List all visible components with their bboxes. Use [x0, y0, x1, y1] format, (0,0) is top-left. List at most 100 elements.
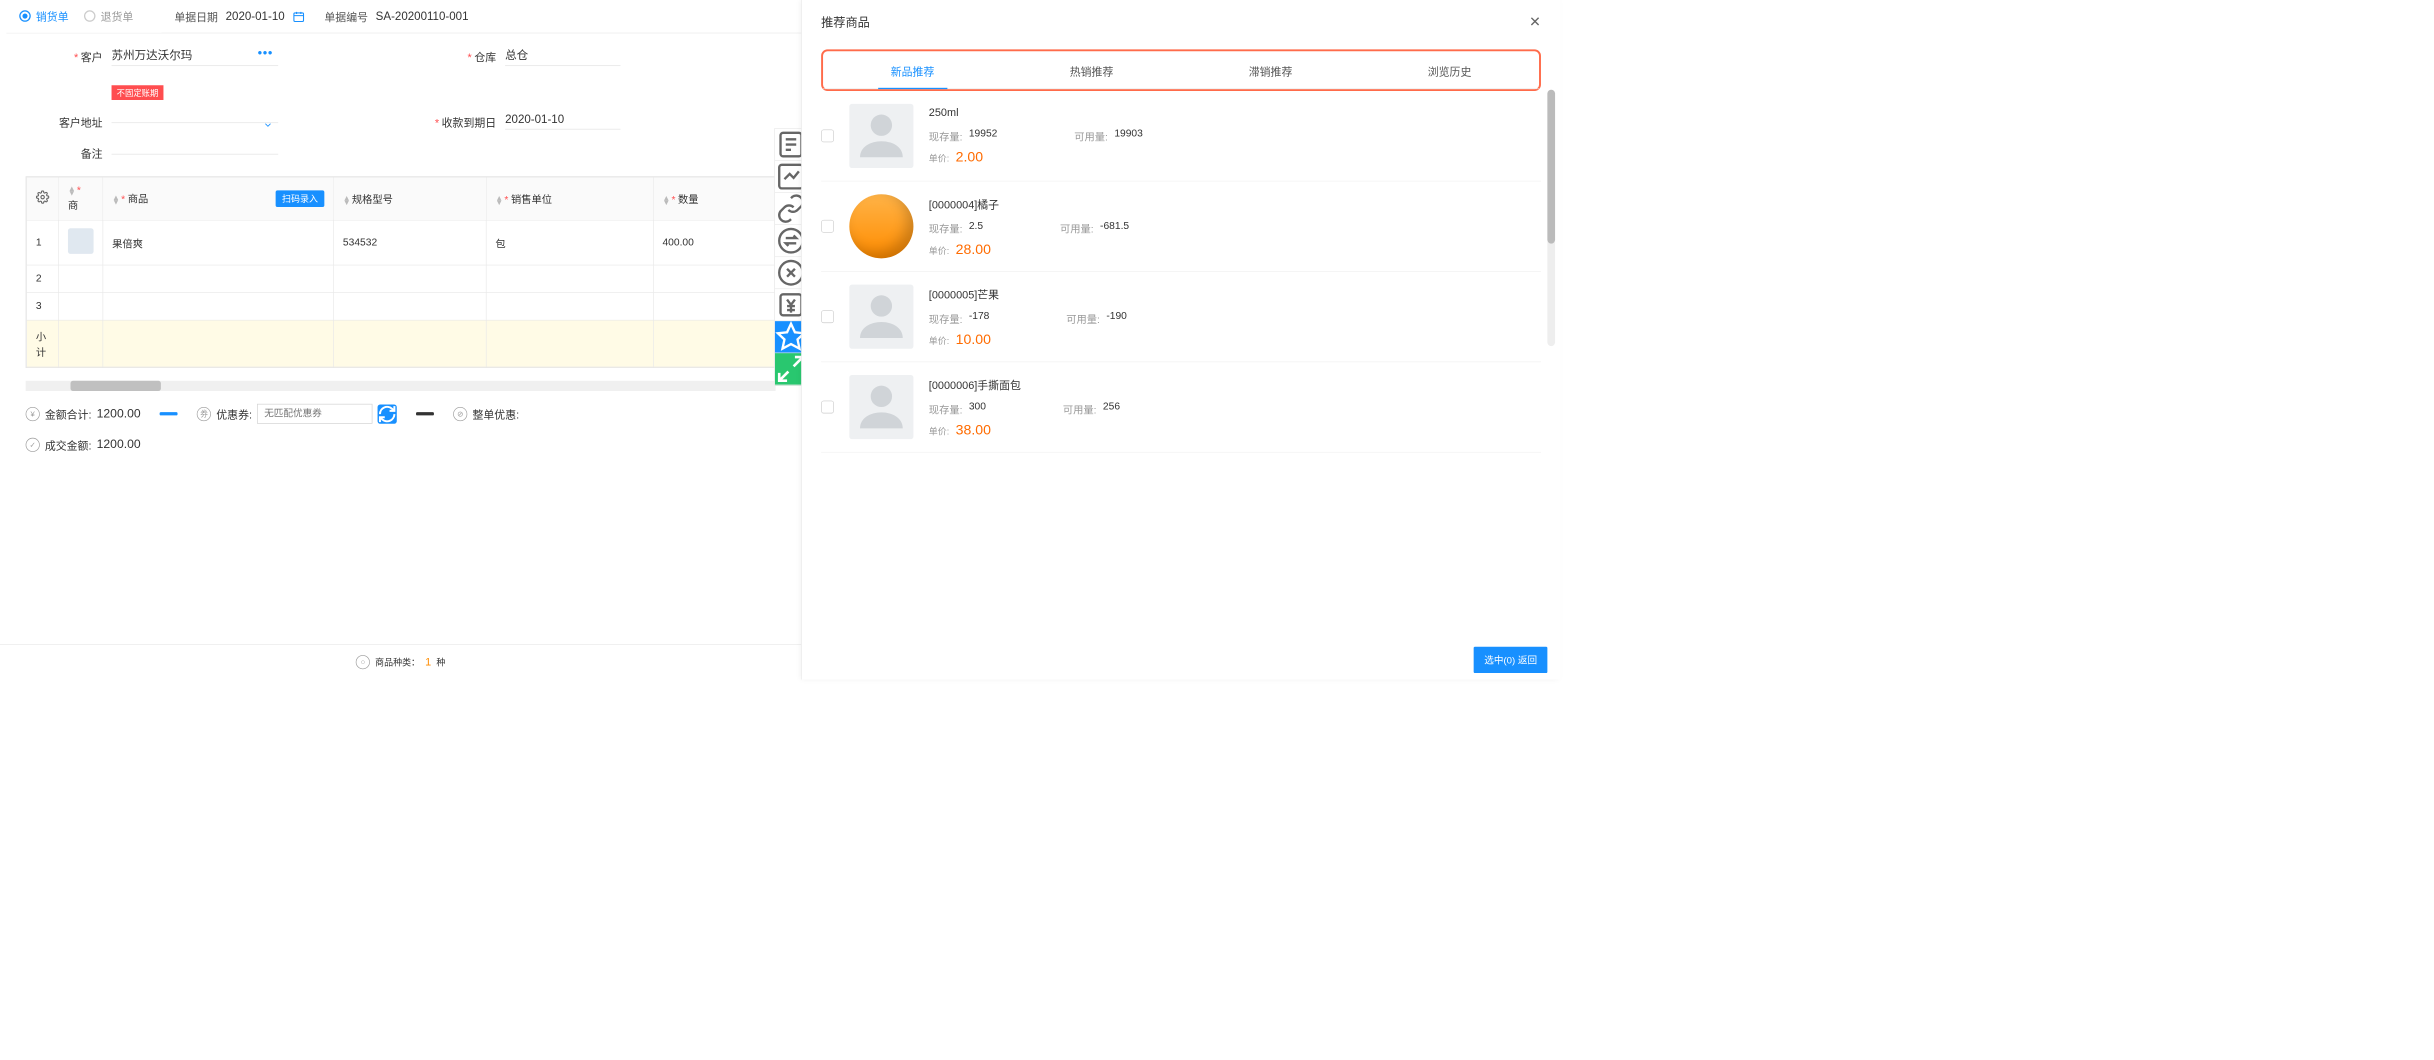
discount-label: 整单优惠: [473, 406, 520, 422]
item-checkbox[interactable] [821, 220, 834, 233]
price-value: 2.00 [956, 149, 983, 166]
scroll-thumb[interactable] [1547, 90, 1555, 244]
warehouse-label: *仓库 [419, 48, 496, 64]
top-bar: 销货单 退货单 单据日期 2020-01-10 单据编号 SA-20200110… [6, 0, 801, 33]
tab-history[interactable]: 浏览历史 [1415, 54, 1484, 89]
avail-label: 可用量: [1066, 311, 1100, 326]
radio-return-order[interactable]: 退货单 [84, 8, 133, 24]
stock-label: 现存量: [929, 128, 963, 143]
deal-icon: ✓ [26, 437, 40, 451]
doc-number-value: SA-20200110-001 [376, 10, 469, 23]
table-settings-button[interactable] [27, 177, 59, 220]
coupon-label: 优惠券: [216, 406, 252, 422]
product-thumb-icon [68, 228, 94, 254]
select-return-button[interactable]: 选中(0) 返回 [1474, 647, 1547, 673]
doc-date-label: 单据日期 [174, 8, 218, 24]
qty-cell[interactable] [653, 265, 774, 293]
chevron-down-icon[interactable] [263, 120, 273, 133]
stock-label: 现存量: [929, 311, 963, 326]
address-input[interactable] [112, 120, 279, 123]
product-name: [0000006]手撕面包 [929, 376, 1541, 392]
col-unit[interactable]: ▲▼*销售单位 [486, 177, 653, 220]
scan-button[interactable]: 扫码录入 [276, 190, 325, 207]
product-name: [0000005]芒果 [929, 286, 1541, 302]
tab-hot[interactable]: 热销推荐 [1057, 54, 1126, 89]
col-qty[interactable]: ▲▼*数量 [653, 177, 774, 220]
scroll-thumb[interactable] [71, 381, 161, 391]
avail-value: 256 [1103, 401, 1120, 416]
unit-cell[interactable]: 包 [486, 220, 653, 265]
close-icon[interactable]: ✕ [1529, 13, 1541, 30]
qty-cell[interactable] [653, 293, 774, 321]
spec-cell[interactable] [334, 265, 486, 293]
product-count-icon: ○ [356, 655, 370, 669]
horizontal-scrollbar[interactable] [26, 381, 776, 391]
sort-icon: ▲▼ [68, 186, 74, 195]
recommendation-item[interactable]: [0000006]手撕面包 现存量:300 可用量:256 单价:38.00 [821, 362, 1541, 452]
radio-icon [19, 10, 31, 22]
item-checkbox[interactable] [821, 310, 834, 323]
currency-icon: ¥ [26, 407, 40, 421]
sort-icon: ▲▼ [343, 196, 349, 205]
coupon-icon: 券 [197, 407, 211, 421]
table-row[interactable]: 3 [27, 293, 775, 321]
remark-input[interactable] [112, 151, 279, 154]
row-index: 2 [27, 265, 59, 293]
item-checkbox[interactable] [821, 129, 834, 142]
calendar-icon[interactable] [292, 10, 305, 23]
col-vendor[interactable]: ▲▼*商 [59, 177, 103, 220]
customer-tag: 不固定账期 [112, 85, 164, 100]
recommendation-item[interactable]: [0000005]芒果 现存量:-178 可用量:-190 单价:10.00 [821, 272, 1541, 362]
due-date-value: 2020-01-10 [505, 113, 564, 126]
amount-value: 1200.00 [97, 407, 141, 421]
warehouse-input[interactable]: 总仓 [505, 46, 620, 66]
recommendation-list[interactable]: 250ml 现存量:19952 可用量:19903 单价:2.00 [00000… [802, 91, 1560, 604]
stock-value: 2.5 [969, 220, 983, 235]
due-date-label: *收款到期日 [419, 113, 496, 129]
product-name-cell[interactable] [103, 265, 334, 293]
doc-date-value: 2020-01-10 [226, 10, 285, 23]
unit-cell[interactable] [486, 265, 653, 293]
avail-value: -681.5 [1100, 220, 1129, 235]
qty-cell[interactable]: 400.00 [653, 220, 774, 265]
product-image-cell [59, 220, 103, 265]
avail-label: 可用量: [1074, 128, 1108, 143]
radio-sales-order[interactable]: 销货单 [19, 8, 68, 24]
item-checkbox[interactable] [821, 401, 834, 414]
doc-number-field: 单据编号 SA-20200110-001 [324, 8, 468, 24]
tab-new[interactable]: 新品推荐 [878, 54, 947, 89]
tab-slow[interactable]: 滞销推荐 [1236, 54, 1305, 89]
table-row[interactable]: 1 果倍爽 534532 包 400.00 [27, 220, 775, 265]
col-spec[interactable]: ▲▼规格型号 [334, 177, 486, 220]
customer-value: 苏州万达沃尔玛 [112, 49, 193, 62]
product-name-cell[interactable] [103, 293, 334, 321]
remark-label: 备注 [26, 145, 103, 161]
unit-cell[interactable] [486, 293, 653, 321]
row-index: 3 [27, 293, 59, 321]
refresh-button[interactable] [378, 404, 397, 423]
coupon-input[interactable] [257, 404, 372, 424]
amount-label: 金额合计: [45, 406, 92, 422]
doc-number-label: 单据编号 [324, 8, 368, 24]
customer-input[interactable]: 苏州万达沃尔玛 ••• [112, 46, 279, 66]
recommendation-item[interactable]: [0000004]橘子 现存量:2.5 可用量:-681.5 单价:28.00 [821, 181, 1541, 271]
avail-label: 可用量: [1060, 220, 1094, 235]
price-label: 单价: [929, 152, 949, 165]
doc-date-field[interactable]: 单据日期 2020-01-10 [174, 8, 305, 24]
deal-label: 成交金额: [45, 437, 92, 453]
product-image [849, 194, 913, 258]
table-row[interactable]: 2 [27, 265, 775, 293]
product-name-cell[interactable]: 果倍爽 [103, 220, 334, 265]
spec-cell[interactable] [334, 293, 486, 321]
col-product[interactable]: ▲▼*商品扫码录入 [103, 177, 334, 220]
more-icon[interactable]: ••• [258, 46, 273, 61]
deal-value: 1200.00 [97, 437, 141, 451]
product-table: ▲▼*商 ▲▼*商品扫码录入 ▲▼规格型号 ▲▼*销售单位 ▲▼*数量 1 果倍… [26, 176, 776, 368]
vertical-scrollbar[interactable] [1547, 90, 1555, 346]
spec-cell[interactable]: 534532 [334, 220, 486, 265]
recommendation-item[interactable]: 250ml 现存量:19952 可用量:19903 单价:2.00 [821, 91, 1541, 181]
due-date-input[interactable]: 2020-01-10 [505, 113, 620, 130]
product-name: 250ml [929, 106, 1541, 119]
avail-value: -190 [1106, 311, 1127, 326]
address-label: 客户地址 [26, 113, 103, 129]
